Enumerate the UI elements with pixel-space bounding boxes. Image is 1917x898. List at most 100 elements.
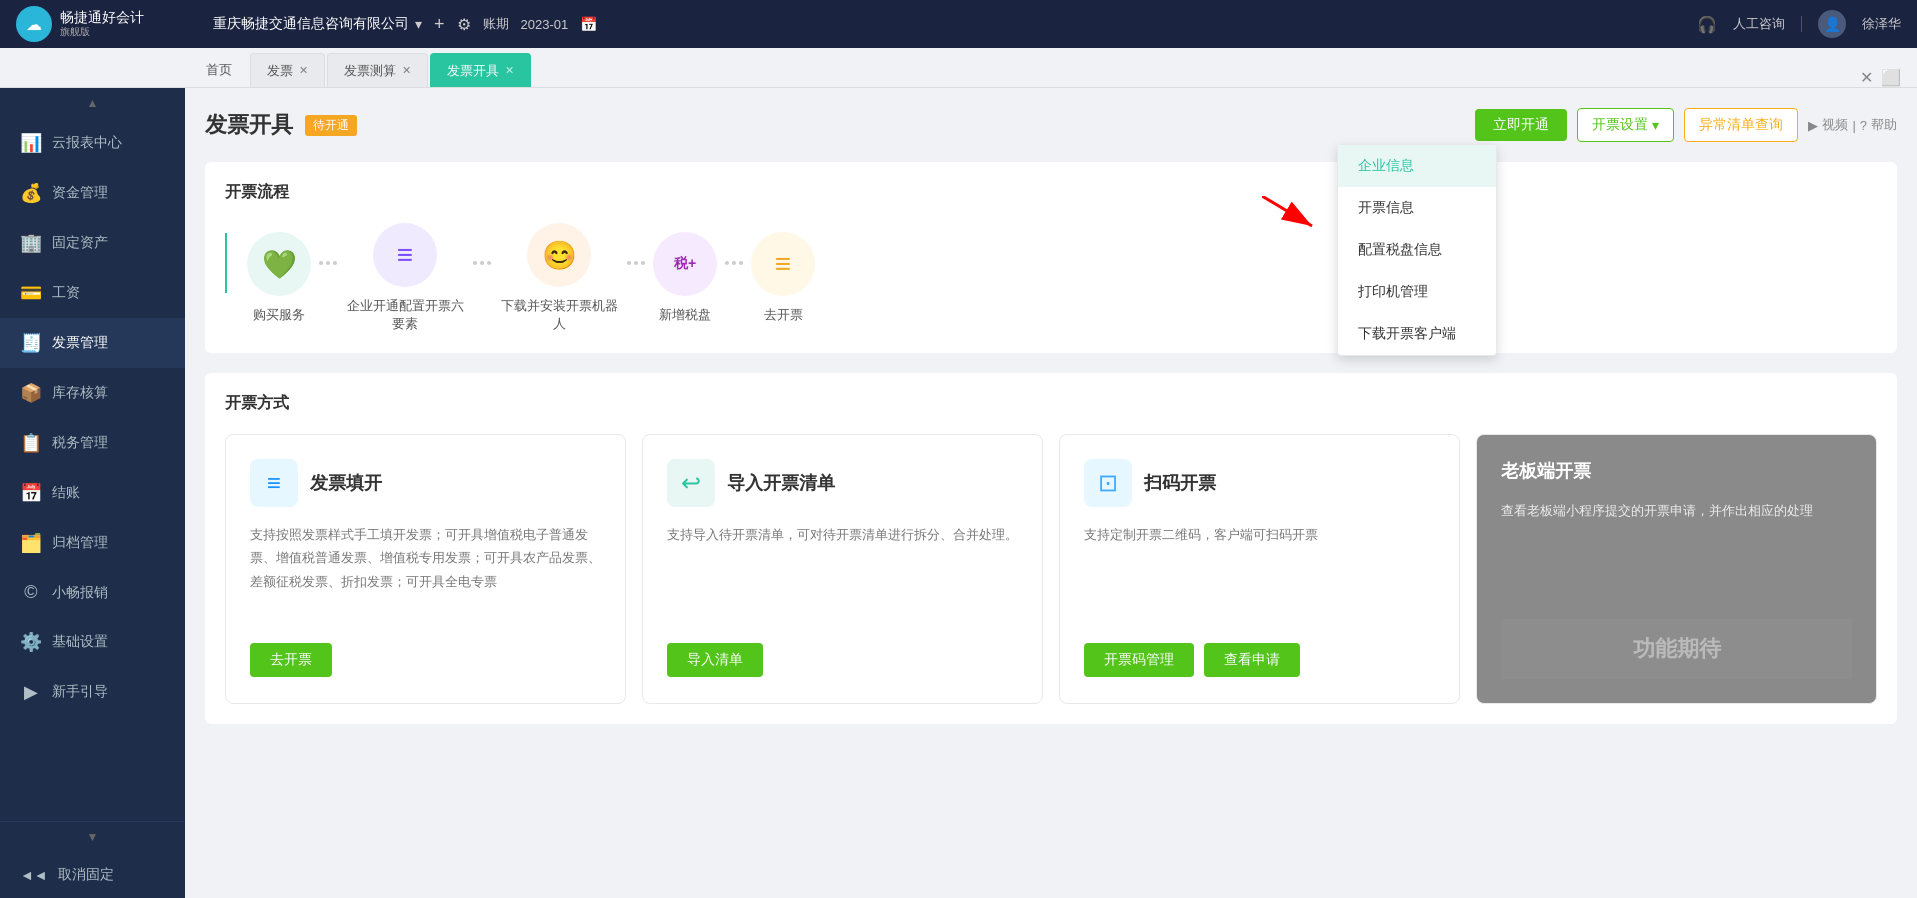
dropdown-item-download-client[interactable]: 下载开票客户端 (1338, 313, 1496, 355)
settings-icon: ⚙️ (20, 631, 42, 653)
archive-icon: 🗂️ (20, 532, 42, 554)
red-arrow-indicator (1262, 196, 1322, 240)
close-tab-invoice[interactable]: ✕ (299, 64, 308, 77)
sidebar-item-guide[interactable]: ▶ 新手引导 (0, 667, 185, 717)
invoice-icon: 🧾 (20, 332, 42, 354)
method-cards: ≡ 发票填开 支持按照发票样式手工填开发票；可开具增值税电子普通发票、增值税普通… (225, 434, 1877, 704)
fill-invoice-go-button[interactable]: 去开票 (250, 643, 332, 677)
status-badge: 待开通 (305, 115, 357, 136)
sidebar-item-reports[interactable]: 📊 云报表中心 (0, 118, 185, 168)
settings-dropdown-button[interactable]: 开票设置 ▾ (1577, 108, 1674, 142)
watermark: 功能期待 (1501, 619, 1852, 679)
sidebar-bottom: ▼ ◄◄ 取消固定 (0, 821, 185, 898)
flow-step-1: 💚 购买服务 (247, 232, 311, 324)
dropdown-arrow-icon: ▾ (415, 16, 422, 32)
dropdown-item-printer[interactable]: 打印机管理 (1338, 271, 1496, 313)
tab-invoice-calc[interactable]: 发票测算 ✕ (327, 53, 428, 87)
sidebar-item-unpin[interactable]: ◄◄ 取消固定 (0, 852, 185, 898)
tab-home[interactable]: 首页 (190, 53, 248, 87)
flow-steps: 💚 购买服务 ≡ 企业开通配置开票六要素 (225, 223, 1877, 333)
sidebar-item-funds[interactable]: 💰 资金管理 (0, 168, 185, 218)
sidebar-item-expense[interactable]: © 小畅报销 (0, 568, 185, 617)
fill-invoice-icon: ≡ (250, 459, 298, 507)
global-settings-button[interactable]: ⚙ (457, 15, 471, 34)
boss-invoice-desc: 查看老板端小程序提交的开票申请，并作出相应的处理 (1501, 499, 1852, 599)
help-label[interactable]: 帮助 (1871, 116, 1897, 134)
qr-manage-button[interactable]: 开票码管理 (1084, 643, 1194, 677)
flow-divider (225, 233, 227, 293)
user-name: 徐泽华 (1862, 15, 1901, 33)
view-apply-button[interactable]: 查看申请 (1204, 643, 1300, 677)
import-list-button[interactable]: 导入清单 (667, 643, 763, 677)
import-invoice-desc: 支持导入待开票清单，可对待开票清单进行拆分、合并处理。 (667, 523, 1018, 623)
flow-dots-3 (619, 261, 653, 265)
company-selector[interactable]: 重庆畅捷交通信息咨询有限公司 ▾ (213, 15, 422, 33)
guide-icon: ▶ (20, 681, 42, 703)
flow-step-5-label: 去开票 (764, 306, 803, 324)
sidebar-item-settle[interactable]: 📅 结账 (0, 468, 185, 518)
top-bar: ☁ 畅捷通好会计 旗舰版 重庆畅捷交通信息咨询有限公司 ▾ + ⚙ 账期 202… (0, 0, 1917, 48)
sidebar-item-tax[interactable]: 📋 税务管理 (0, 418, 185, 468)
activate-button[interactable]: 立即开通 (1475, 109, 1567, 141)
method-card-scan: ⊡ 扫码开票 支持定制开票二维码，客户端可扫码开票 开票码管理 查看申请 (1059, 434, 1460, 704)
fill-invoice-title: 发票填开 (310, 471, 382, 495)
scan-invoice-desc: 支持定制开票二维码，客户端可扫码开票 (1084, 523, 1435, 623)
tab-invoice[interactable]: 发票 ✕ (250, 53, 325, 87)
page-title: 发票开具 (205, 110, 293, 140)
flow-step-2-label: 企业开通配置开票六要素 (345, 297, 465, 333)
tab-invoice-open[interactable]: 发票开具 ✕ (430, 53, 531, 87)
add-tab-button[interactable]: + (434, 14, 445, 35)
page-header-actions: 立即开通 开票设置 ▾ 异常清单查询 ▶ 视频 | ? 帮助 (1475, 108, 1897, 142)
support-label[interactable]: 人工咨询 (1733, 15, 1785, 33)
close-tab-open[interactable]: ✕ (505, 64, 514, 77)
scan-invoice-title: 扫码开票 (1144, 471, 1216, 495)
window-controls: ✕ ⬜ (1860, 68, 1917, 87)
flow-step-3: 😊 下载并安装开票机器人 (499, 223, 619, 333)
main-layout: ▲ 📊 云报表中心 💰 资金管理 🏢 固定资产 💳 工资 🧾 发票管理 📦 库存… (0, 88, 1917, 898)
calendar-icon[interactable]: 📅 (580, 16, 597, 32)
dropdown-item-invoice-info[interactable]: 开票信息 (1338, 187, 1496, 229)
top-actions: 🎧 人工咨询 👤 徐泽华 (1697, 10, 1901, 38)
logo-area: ☁ 畅捷通好会计 旗舰版 (16, 6, 201, 42)
close-tab-calc[interactable]: ✕ (402, 64, 411, 77)
divider (1801, 16, 1802, 32)
pin-icon: ◄◄ (20, 867, 48, 883)
fill-invoice-actions: 去开票 (250, 643, 601, 677)
flow-step-4-label: 新增税盘 (659, 306, 711, 324)
settings-button-label: 开票设置 (1592, 116, 1648, 134)
settle-icon: 📅 (20, 482, 42, 504)
dropdown-item-company-info[interactable]: 企业信息 (1338, 145, 1496, 187)
flow-section-title: 开票流程 (225, 182, 1877, 203)
settings-dropdown-menu: 企业信息 开票信息 配置税盘信息 打印机管理 下载开票客户端 (1337, 144, 1497, 356)
fill-invoice-desc: 支持按照发票样式手工填开发票；可开具增值税电子普通发票、增值税普通发票、增值税专… (250, 523, 601, 623)
scan-invoice-actions: 开票码管理 查看申请 (1084, 643, 1435, 677)
headset-icon: 🎧 (1697, 15, 1717, 34)
sidebar-scroll-down[interactable]: ▼ (0, 822, 185, 852)
dropdown-item-tax-disk[interactable]: 配置税盘信息 (1338, 229, 1496, 271)
sidebar-item-archive[interactable]: 🗂️ 归档管理 (0, 518, 185, 568)
sidebar: ▲ 📊 云报表中心 💰 资金管理 🏢 固定资产 💳 工资 🧾 发票管理 📦 库存… (0, 88, 185, 898)
exception-list-button[interactable]: 异常清单查询 (1684, 108, 1798, 142)
maximize-window-icon[interactable]: ⬜ (1881, 68, 1901, 87)
flow-step-3-label: 下载并安装开票机器人 (499, 297, 619, 333)
svg-line-1 (1262, 196, 1312, 226)
sidebar-item-payroll[interactable]: 💳 工资 (0, 268, 185, 318)
method-card-boss: 老板端开票 查看老板端小程序提交的开票申请，并作出相应的处理 功能期待 (1476, 434, 1877, 704)
sidebar-item-invoice[interactable]: 🧾 发票管理 (0, 318, 185, 368)
video-label[interactable]: 视频 (1822, 116, 1848, 134)
import-invoice-actions: 导入清单 (667, 643, 1018, 677)
app-title: 畅捷通好会计 (60, 9, 144, 26)
close-window-icon[interactable]: ✕ (1860, 68, 1873, 87)
content-area: 发票开具 待开通 立即开通 开票设置 ▾ 异常清单查询 ▶ 视频 | ? 帮助 (185, 88, 1917, 898)
flow-step-4-icon: 税+ (653, 232, 717, 296)
flow-dots-4 (717, 261, 751, 265)
play-icon[interactable]: ▶ (1808, 118, 1818, 133)
sidebar-item-assets[interactable]: 🏢 固定资产 (0, 218, 185, 268)
logo-icon: ☁ (16, 6, 52, 42)
settings-dropdown-arrow-icon: ▾ (1652, 117, 1659, 133)
sidebar-scroll-up[interactable]: ▲ (0, 88, 185, 118)
flow-step-1-label: 购买服务 (253, 306, 305, 324)
sidebar-item-inventory[interactable]: 📦 库存核算 (0, 368, 185, 418)
method-card-fill: ≡ 发票填开 支持按照发票样式手工填开发票；可开具增值税电子普通发票、增值税普通… (225, 434, 626, 704)
sidebar-item-settings[interactable]: ⚙️ 基础设置 (0, 617, 185, 667)
